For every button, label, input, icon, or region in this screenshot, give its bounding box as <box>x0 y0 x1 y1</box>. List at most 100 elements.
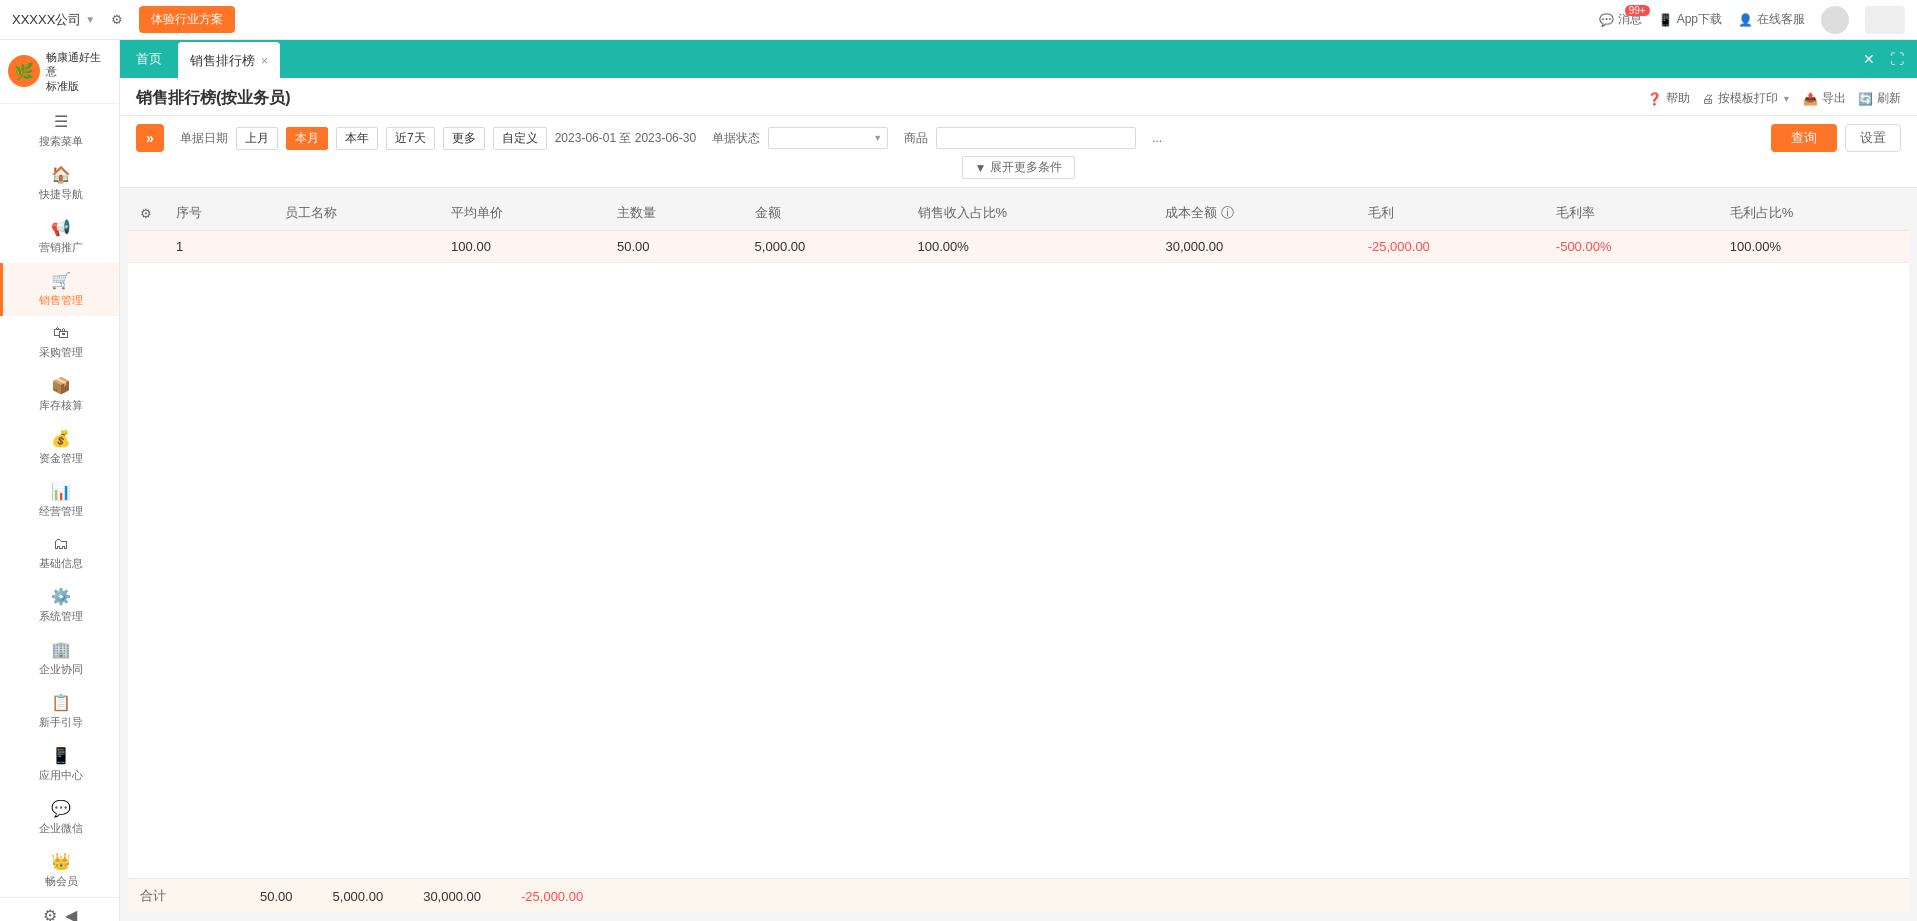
td-cost: 30,000.00 <box>1153 231 1355 263</box>
logo-icon: 🌿 <box>8 55 40 87</box>
sidebar-label-sales: 销售管理 <box>39 293 83 308</box>
date-btn-custom[interactable]: 自定义 <box>493 127 547 150</box>
settings-icon-btn[interactable]: ⚙ <box>103 6 131 34</box>
sidebar-item-finance[interactable]: 💰 资金管理 <box>0 421 119 474</box>
sidebar-item-inventory[interactable]: 📦 库存核算 <box>0 368 119 421</box>
refresh-btn[interactable]: 🔄 刷新 <box>1858 90 1901 107</box>
table-head: ⚙ 序号 员工名称 平均单价 主数量 金额 销售收入占比% 成本全额 ⓘ 毛利 … <box>128 196 1909 231</box>
goods-input[interactable] <box>936 127 1136 149</box>
refresh-label: 刷新 <box>1877 90 1901 107</box>
tab-home[interactable]: 首页 <box>120 40 178 78</box>
td-sales-pct: 100.00% <box>906 231 1154 263</box>
date-btn-last-month[interactable]: 上月 <box>236 127 278 150</box>
app-download-btn[interactable]: 📱 App下载 <box>1658 11 1722 28</box>
goods-more-btn[interactable]: ... <box>1144 129 1170 147</box>
trial-button[interactable]: 体验行业方案 <box>139 6 235 33</box>
export-btn[interactable]: 📤 导出 <box>1803 90 1846 107</box>
td-gross-pct: 100.00% <box>1718 231 1909 263</box>
print-btn[interactable]: 🖨 按模板打印 ▼ <box>1702 90 1791 107</box>
sidebar-item-sales[interactable]: 🛒 销售管理 <box>0 263 119 316</box>
export-label: 导出 <box>1822 90 1846 107</box>
sidebar-label-quick-nav: 快捷导航 <box>39 187 83 202</box>
marketing-icon: 📢 <box>51 218 71 237</box>
sidebar-bottom: ⚙ ◀ <box>0 897 119 921</box>
export-icon: 📤 <box>1803 92 1818 106</box>
filter-toggle-btn[interactable]: » <box>136 124 164 152</box>
status-label: 单据状态 <box>712 130 760 147</box>
sidebar-item-quick-nav[interactable]: 🏠 快捷导航 <box>0 157 119 210</box>
footer-gross: -25,000.00 <box>521 889 583 904</box>
expand-btn[interactable]: ▼ 展开更多条件 <box>962 156 1076 179</box>
page-content: 销售排行榜(按业务员) ❓ 帮助 🖨 按模板打印 ▼ 📤 导出 <box>120 78 1917 921</box>
td-avg-price: 100.00 <box>439 231 605 263</box>
settings-btn[interactable]: 设置 <box>1845 124 1901 152</box>
sidebar-item-purchase[interactable]: 🛍 采购管理 <box>0 316 119 368</box>
tab-close-btn[interactable]: × <box>261 54 268 68</box>
date-label: 单据日期 <box>180 130 228 147</box>
sidebar-item-system[interactable]: ⚙️ 系统管理 <box>0 579 119 632</box>
online-service-label: 在线客服 <box>1757 11 1805 28</box>
sidebar-settings-icon[interactable]: ⚙ <box>43 906 57 921</box>
company-selector[interactable]: XXXXX公司 ▼ <box>12 11 95 29</box>
sidebar-label-operations: 经营管理 <box>39 504 83 519</box>
th-rank: 序号 <box>164 196 273 231</box>
td-gross-rate: -500.00% <box>1544 231 1718 263</box>
sidebar-item-search-order[interactable]: ☰ 搜索菜单 <box>0 104 119 157</box>
date-btn-this-year[interactable]: 本年 <box>336 127 378 150</box>
message-badge: 99+ <box>1625 5 1650 16</box>
help-btn[interactable]: ❓ 帮助 <box>1647 90 1690 107</box>
main-layout: 🌿 畅康通好生意 标准版 ☰ 搜索菜单 🏠 快捷导航 📢 营销推广 🛒 销售管理… <box>0 40 1917 921</box>
sidebar-item-member[interactable]: 👑 畅会员 <box>0 844 119 897</box>
sidebar-label-member: 畅会员 <box>45 874 78 889</box>
date-range-display: 2023-06-01 至 2023-06-30 <box>555 130 696 147</box>
message-btn[interactable]: 💬 消息 99+ <box>1599 11 1642 28</box>
online-service-btn[interactable]: 👤 在线客服 <box>1738 11 1805 28</box>
sidebar-label-enterprise: 企业协同 <box>39 662 83 677</box>
td-qty: 50.00 <box>605 231 743 263</box>
sidebar: 🌿 畅康通好生意 标准版 ☰ 搜索菜单 🏠 快捷导航 📢 营销推广 🛒 销售管理… <box>0 40 120 921</box>
sidebar-item-guide[interactable]: 📋 新手引导 <box>0 685 119 738</box>
td-gross: -25,000.00 <box>1356 231 1544 263</box>
th-avg-price: 平均单价 <box>439 196 605 231</box>
tab-close-window-btn[interactable]: ✕ <box>1857 47 1881 71</box>
sidebar-label-basic: 基础信息 <box>39 556 83 571</box>
td-settings <box>128 231 164 263</box>
sidebar-item-enterprise[interactable]: 🏢 企业协同 <box>0 632 119 685</box>
query-btn[interactable]: 查询 <box>1771 124 1837 152</box>
sidebar-item-weixin[interactable]: 💬 企业微信 <box>0 791 119 844</box>
sidebar-label-purchase: 采购管理 <box>39 345 83 360</box>
app-icon: 📱 <box>1658 13 1673 27</box>
expand-row: ▼ 展开更多条件 <box>136 152 1901 179</box>
goods-label: 商品 <box>904 130 928 147</box>
sidebar-label-apps: 应用中心 <box>39 768 83 783</box>
filter-row: » 单据日期 上月 本月 本年 近7天 更多 自定义 2023-06-01 至 … <box>136 124 1901 152</box>
date-btn-this-month[interactable]: 本月 <box>286 127 328 150</box>
th-settings[interactable]: ⚙ <box>128 196 164 231</box>
th-amount: 金额 <box>743 196 906 231</box>
sidebar-label-weixin: 企业微信 <box>39 821 83 836</box>
top-right-area: 💬 消息 99+ 📱 App下载 👤 在线客服 <box>1599 6 1905 34</box>
content-area: 首页 销售排行榜 × ✕ ⛶ 销售排行榜(按业务员) ❓ 帮助 <box>120 40 1917 921</box>
tab-expand-btn[interactable]: ⛶ <box>1885 47 1909 71</box>
tab-sales-ranking[interactable]: 销售排行榜 × <box>178 42 280 80</box>
sidebar-item-operations[interactable]: 📊 经营管理 <box>0 474 119 527</box>
chevron-down-icon: ▼ <box>85 14 95 25</box>
date-btn-more[interactable]: 更多 <box>443 127 485 150</box>
status-filter-group: 单据状态 <box>712 127 888 149</box>
sidebar-item-marketing[interactable]: 📢 营销推广 <box>0 210 119 263</box>
avatar[interactable] <box>1821 6 1849 34</box>
status-select[interactable] <box>768 127 888 149</box>
sidebar-collapse-icon[interactable]: ◀ <box>65 906 77 921</box>
sales-icon: 🛒 <box>51 271 71 290</box>
user-name-area[interactable] <box>1865 6 1905 34</box>
th-qty: 主数量 <box>605 196 743 231</box>
app-download-label: App下载 <box>1677 11 1722 28</box>
status-select-wrap <box>768 127 888 149</box>
weixin-icon: 💬 <box>51 799 71 818</box>
date-btn-7days[interactable]: 近7天 <box>386 127 435 150</box>
expand-label: 展开更多条件 <box>990 159 1062 176</box>
sidebar-item-basic[interactable]: 🗂 基础信息 <box>0 527 119 579</box>
sidebar-item-apps[interactable]: 📱 应用中心 <box>0 738 119 791</box>
quick-nav-icon: 🏠 <box>51 165 71 184</box>
td-amount: 5,000.00 <box>743 231 906 263</box>
